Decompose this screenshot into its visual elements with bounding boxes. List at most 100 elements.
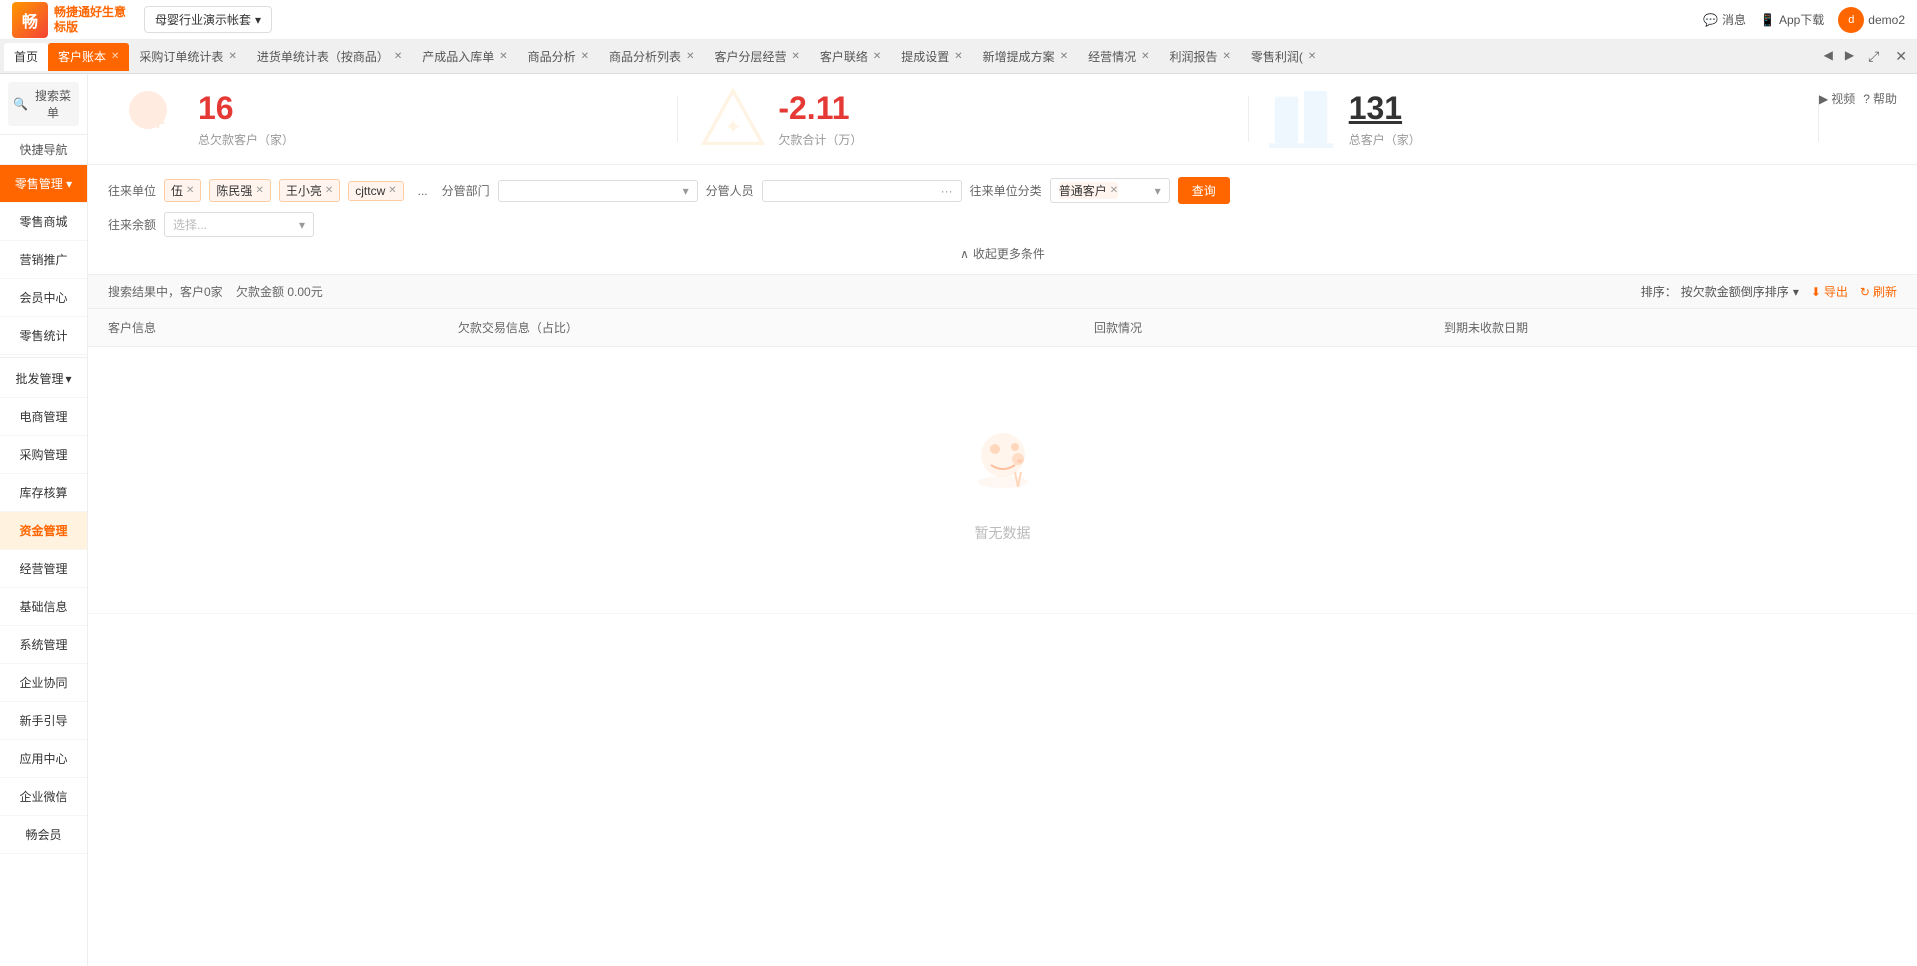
tab-close-commission-setting[interactable]: ✕ — [954, 51, 962, 62]
export-icon: ⬇ — [1811, 285, 1821, 299]
refresh-button[interactable]: ↻ 刷新 — [1860, 283, 1897, 300]
tab-home[interactable]: 首页 — [4, 43, 48, 71]
logo-text: 畅捷通好生意 标版 — [54, 5, 126, 34]
tab-goods-analysis-list[interactable]: 商品分析列表 ✕ — [599, 43, 704, 71]
query-button[interactable]: 查询 — [1178, 177, 1230, 204]
unit-filter-label: 往来单位 — [108, 182, 156, 199]
tab-retail-profit[interactable]: 零售利润( ✕ — [1241, 43, 1326, 71]
video-help-button[interactable]: ▶ 视频 — [1819, 90, 1855, 107]
tab-close-operations[interactable]: ✕ — [1141, 51, 1149, 62]
sidebar-search-area: 🔍 搜索菜单 — [0, 74, 87, 135]
sidebar-item-member-center[interactable]: 会员中心 — [0, 279, 87, 317]
filter-tag-close-wu[interactable]: ✕ — [186, 185, 194, 196]
stat-value-total-customers: 131 — [1349, 90, 1799, 127]
tab-close-purchase-order[interactable]: ✕ — [228, 51, 236, 62]
sidebar-item-wholesale-mgmt[interactable]: 批发管理 ▾ — [0, 360, 87, 398]
filter-tag-unit-cjttcw[interactable]: cjttcw ✕ — [348, 181, 403, 201]
tab-goods-analysis[interactable]: 商品分析 ✕ — [518, 43, 599, 71]
workspace-selector[interactable]: 母婴行业演示帐套 ▾ — [144, 6, 272, 33]
logo-area: 畅 畅捷通好生意 标版 — [12, 2, 126, 38]
tab-maximize[interactable]: ⤢ — [1862, 48, 1885, 65]
filter-tag-close-category[interactable]: ✕ — [1110, 185, 1118, 196]
help-button[interactable]: ? 帮助 — [1863, 90, 1897, 107]
filter-tag-unit-wang[interactable]: 王小亮 ✕ — [279, 179, 340, 202]
tab-product-inbound[interactable]: 产成品入库单 ✕ — [412, 43, 517, 71]
sidebar-item-newbie-guide[interactable]: 新手引导 — [0, 702, 87, 740]
user-menu-button[interactable]: d demo2 — [1838, 7, 1905, 33]
empty-text: 暂无数据 — [975, 523, 1031, 543]
sort-select[interactable]: 排序： 按欠款金额倒序排序 ▾ — [1641, 283, 1799, 300]
sidebar-separator-1 — [0, 357, 87, 358]
sidebar-item-app-center[interactable]: 应用中心 — [0, 740, 87, 778]
filter-tag-close-wang[interactable]: ✕ — [325, 185, 333, 196]
sidebar-item-operations-mgmt[interactable]: 经营管理 — [0, 550, 87, 588]
tab-inbound-stats[interactable]: 进货单统计表（按商品） ✕ — [247, 43, 412, 71]
tab-customer-contact[interactable]: 客户联络 ✕ — [810, 43, 891, 71]
tab-new-commission[interactable]: 新增提成方案 ✕ — [973, 43, 1078, 71]
sidebar-item-quick-nav[interactable]: 快捷导航 — [0, 135, 87, 165]
tab-profit-report[interactable]: 利润报告 ✕ — [1159, 43, 1240, 71]
app-download-button[interactable]: 📱 App下载 — [1760, 11, 1824, 28]
collapse-button[interactable]: ∧ 收起更多条件 — [108, 245, 1897, 262]
sidebar-item-premium-member[interactable]: 畅会员 — [0, 816, 87, 854]
tab-close-profit-report[interactable]: ✕ — [1223, 51, 1231, 62]
tab-customer-tier[interactable]: 客户分层经营 ✕ — [704, 43, 809, 71]
person-filter-select[interactable]: ··· — [762, 180, 962, 202]
tab-scroll-left[interactable]: ◀ — [1820, 48, 1837, 65]
tab-close-customer-tier[interactable]: ✕ — [791, 51, 799, 62]
filter-tag-close-cjttcw[interactable]: ✕ — [388, 185, 396, 196]
tab-close-product-inbound[interactable]: ✕ — [499, 51, 507, 62]
chevron-down-icon: ▾ — [255, 13, 261, 27]
results-info: 搜索结果中，客户0家 欠款金额 0.00元 — [108, 283, 323, 300]
stat-value-debt: -2.11 — [778, 90, 1228, 127]
remainder-filter-label: 往来余额 — [108, 216, 156, 233]
tab-close-inbound-stats[interactable]: ✕ — [394, 51, 402, 62]
tab-commission-setting[interactable]: 提成设置 ✕ — [891, 43, 972, 71]
tab-operations[interactable]: 经营情况 ✕ — [1078, 43, 1159, 71]
tab-close-account[interactable]: ✕ — [111, 51, 119, 62]
message-button[interactable]: 💬 消息 — [1703, 11, 1746, 28]
top-bar-left: 畅 畅捷通好生意 标版 母婴行业演示帐套 ▾ — [12, 2, 272, 38]
tab-account[interactable]: 客户账本 ✕ — [48, 43, 129, 71]
tab-scroll-right[interactable]: ▶ — [1841, 48, 1858, 65]
filter-row-2: 往来余额 选择... ▾ — [108, 212, 1897, 237]
sidebar-item-basic-info[interactable]: 基础信息 — [0, 588, 87, 626]
sidebar-item-enterprise-wechat[interactable]: 企业微信 — [0, 778, 87, 816]
tab-close-all[interactable]: ✕ — [1889, 48, 1913, 65]
dept-filter-select[interactable]: ▾ — [498, 180, 698, 202]
export-button[interactable]: ⬇ 导出 — [1811, 283, 1848, 300]
tab-close-customer-contact[interactable]: ✕ — [873, 51, 881, 62]
sidebar-item-system-mgmt[interactable]: 系统管理 — [0, 626, 87, 664]
sidebar-item-enterprise-agreement[interactable]: 企业协同 — [0, 664, 87, 702]
stat-value-customers: 16 — [198, 90, 658, 127]
sidebar-item-purchase-mgmt[interactable]: 采购管理 — [0, 436, 87, 474]
category-dropdown-arrow: ▾ — [1155, 184, 1161, 198]
download-icon: 📱 — [1760, 13, 1775, 27]
question-icon: ? — [1863, 92, 1870, 106]
category-filter-label: 往来单位分类 — [970, 182, 1042, 199]
filter-tag-close-chen[interactable]: ✕ — [255, 185, 263, 196]
sidebar-item-marketing[interactable]: 营销推广 — [0, 241, 87, 279]
sidebar-item-finance[interactable]: 资金管理 — [0, 512, 87, 550]
remainder-filter-select[interactable]: 选择... ▾ — [164, 212, 314, 237]
filter-tag-unit-chen[interactable]: 陈民强 ✕ — [209, 179, 270, 202]
sidebar-item-retail-mgmt[interactable]: 零售管理 ▾ — [0, 165, 87, 203]
filter-tag-category[interactable]: 普通客户 ✕ — [1059, 182, 1118, 199]
filter-more-button[interactable]: ... — [412, 182, 434, 200]
sidebar-item-inventory[interactable]: 库存核算 — [0, 474, 87, 512]
search-menu-button[interactable]: 🔍 搜索菜单 — [8, 82, 79, 126]
tab-close-goods-analysis[interactable]: ✕ — [581, 51, 589, 62]
top-bar-right: 💬 消息 📱 App下载 d demo2 — [1703, 7, 1905, 33]
filter-tag-unit-wu[interactable]: 伍 ✕ — [164, 179, 201, 202]
tab-close-retail-profit[interactable]: ✕ — [1308, 51, 1316, 62]
data-table: 客户信息 欠款交易信息（占比） 回款情况 到期未收款日期 — [88, 309, 1917, 614]
category-filter-select[interactable]: 普通客户 ✕ ▾ — [1050, 178, 1170, 203]
sidebar-item-retail-stats[interactable]: 零售统计 — [0, 317, 87, 355]
sidebar-item-ecommerce[interactable]: 电商管理 — [0, 398, 87, 436]
filter-row-1: 往来单位 伍 ✕ 陈民强 ✕ 王小亮 ✕ cjttcw ✕ ... — [108, 177, 1897, 204]
tab-actions: ◀ ▶ ⤢ ✕ — [1820, 48, 1913, 65]
tab-purchase-order[interactable]: 采购订单统计表 ✕ — [129, 43, 246, 71]
sidebar-item-retail-shop[interactable]: 零售商城 — [0, 203, 87, 241]
tab-close-goods-analysis-list[interactable]: ✕ — [686, 51, 694, 62]
tab-close-new-commission[interactable]: ✕ — [1060, 51, 1068, 62]
